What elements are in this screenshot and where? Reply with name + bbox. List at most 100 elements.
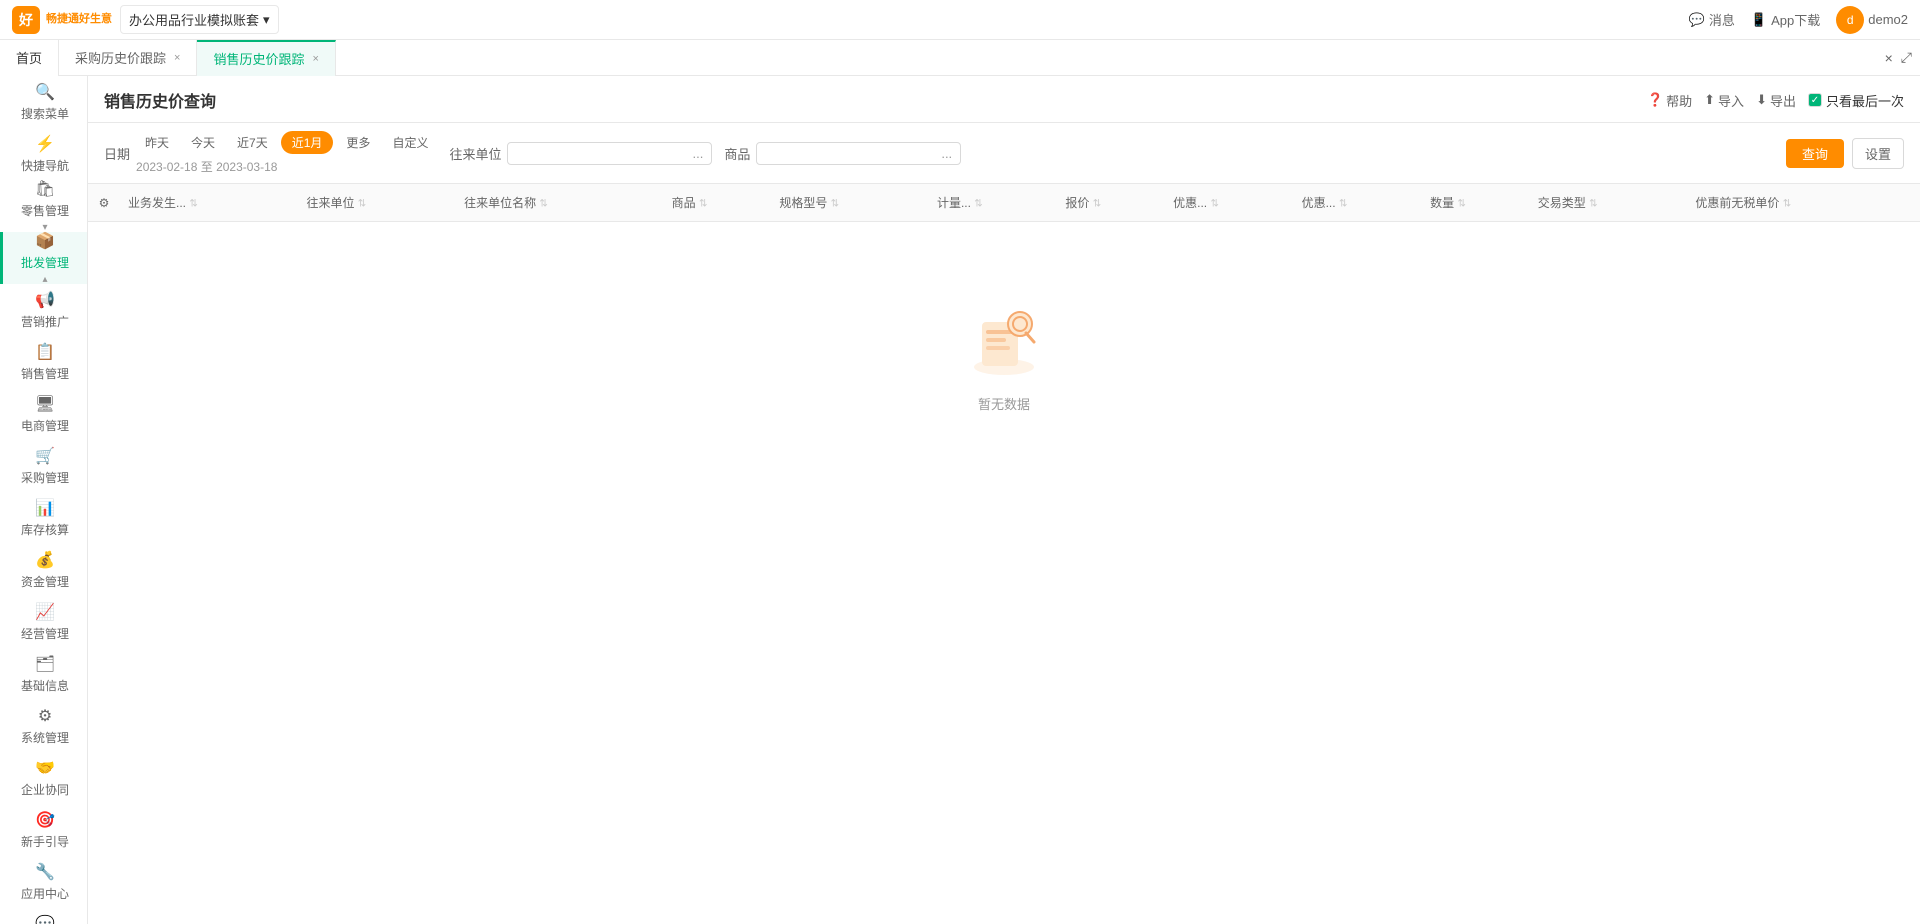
query-button[interactable]: 查询 bbox=[1786, 139, 1844, 168]
product-input-wrap[interactable]: ... bbox=[756, 142, 961, 165]
window-close-btn[interactable]: × bbox=[1885, 50, 1893, 66]
sidebar-item-purchase[interactable]: 🛒 采购管理 bbox=[0, 440, 87, 492]
sort-icon: ⇅ bbox=[699, 198, 707, 209]
date-buttons: 昨天 今天 近7天 近1月 更多 自定义 bbox=[136, 131, 437, 154]
sidebar-item-retail[interactable]: 🛍 零售管理 ▾ bbox=[0, 180, 87, 232]
counterpart-dots-btn[interactable]: ... bbox=[692, 146, 703, 161]
sidebar-label-retail: 零售管理 bbox=[21, 202, 69, 219]
date-btn-1month[interactable]: 近1月 bbox=[281, 131, 334, 154]
ecommerce-icon: 🖥 bbox=[35, 394, 55, 414]
col-settings[interactable]: ⚙ bbox=[88, 184, 120, 222]
window-maximize-btn[interactable]: ⤢ bbox=[1901, 49, 1912, 66]
col-unit[interactable]: 计量... ⇅ bbox=[929, 184, 1057, 222]
data-table: ⚙ 业务发生... ⇅ 往来单位 ⇅ 往来单位名称 ⇅ bbox=[88, 184, 1920, 222]
empty-state: 暂无数据 bbox=[88, 222, 1920, 493]
date-btn-yesterday[interactable]: 昨天 bbox=[136, 131, 178, 154]
date-btn-custom[interactable]: 自定义 bbox=[383, 131, 437, 154]
tab-sales-close[interactable]: × bbox=[312, 53, 318, 65]
col-pretax-price[interactable]: 优惠前无税单价 ⇅ bbox=[1687, 184, 1920, 222]
sidebar-item-operation[interactable]: 📈 经营管理 bbox=[0, 596, 87, 648]
system-icon: ⚙ bbox=[38, 706, 52, 726]
date-btn-more[interactable]: 更多 bbox=[337, 131, 379, 154]
sidebar-item-search[interactable]: 🔍 搜索菜单 bbox=[0, 76, 87, 128]
sort-icon: ⇅ bbox=[189, 198, 197, 209]
col-trade-type-label: 交易类型 bbox=[1538, 196, 1586, 210]
counterpart-input-wrap[interactable]: ... bbox=[507, 142, 712, 165]
product-filter-group: 商品 ... bbox=[724, 142, 961, 165]
tab-actions: × ⤢ bbox=[1877, 49, 1920, 66]
col-counterpart-name[interactable]: 往来单位名称 ⇅ bbox=[456, 184, 664, 222]
col-discount1-label: 优惠... bbox=[1173, 196, 1207, 210]
inventory-icon: 📊 bbox=[35, 498, 55, 518]
setting-button[interactable]: 设置 bbox=[1852, 138, 1904, 169]
col-spec[interactable]: 规格型号 ⇅ bbox=[771, 184, 929, 222]
date-btn-today[interactable]: 今天 bbox=[182, 131, 224, 154]
sidebar-item-wholesale[interactable]: 📦 批发管理 ▴ bbox=[0, 232, 87, 284]
col-product[interactable]: 商品 ⇅ bbox=[664, 184, 772, 222]
col-price[interactable]: 报价 ⇅ bbox=[1057, 184, 1165, 222]
message-btn[interactable]: 💬 消息 bbox=[1689, 10, 1735, 29]
product-input[interactable] bbox=[765, 146, 941, 161]
col-price-label: 报价 bbox=[1065, 196, 1089, 210]
last-only-checkbox[interactable]: ✓ bbox=[1808, 93, 1822, 107]
sidebar-item-appstore[interactable]: 🔧 应用中心 bbox=[0, 856, 87, 908]
sidebar-label-system: 系统管理 bbox=[21, 729, 69, 746]
logo-icon: 好 bbox=[12, 6, 40, 34]
sidebar-item-inventory[interactable]: 📊 库存核算 bbox=[0, 492, 87, 544]
sort-icon: ⇅ bbox=[974, 198, 982, 209]
product-dots-btn[interactable]: ... bbox=[941, 146, 952, 161]
checkmark-icon: ✓ bbox=[1811, 95, 1819, 106]
sidebar-label-marketing: 营销推广 bbox=[21, 313, 69, 330]
chevron-down-icon: ▾ bbox=[263, 12, 270, 28]
app-download-btn[interactable]: 📱 App下载 bbox=[1751, 10, 1820, 29]
sidebar-item-enterprise[interactable]: 🤝 企业协同 bbox=[0, 752, 87, 804]
sidebar-item-finance[interactable]: 💰 资金管理 bbox=[0, 544, 87, 596]
col-discount2[interactable]: 优惠... ⇅ bbox=[1294, 184, 1422, 222]
col-discount1[interactable]: 优惠... ⇅ bbox=[1165, 184, 1293, 222]
col-quantity-label: 数量 bbox=[1430, 196, 1454, 210]
sidebar-item-ecommerce[interactable]: 🖥 电商管理 bbox=[0, 388, 87, 440]
col-biz-date[interactable]: 业务发生... ⇅ bbox=[120, 184, 298, 222]
sidebar-item-marketing[interactable]: 📢 营销推广 bbox=[0, 284, 87, 336]
help-btn[interactable]: ❓ 帮助 bbox=[1647, 91, 1692, 110]
counterpart-filter-label: 往来单位 bbox=[449, 144, 501, 163]
user-area[interactable]: d demo2 bbox=[1836, 6, 1908, 34]
page-actions: ❓ 帮助 ⬆ 导入 ⬇ 导出 ✓ 只看最后一 bbox=[1647, 91, 1904, 110]
appstore-icon: 🔧 bbox=[35, 862, 55, 882]
sidebar-item-system[interactable]: ⚙ 系统管理 bbox=[0, 700, 87, 752]
col-counterpart-code[interactable]: 往来单位 ⇅ bbox=[298, 184, 456, 222]
sidebar-item-wechat[interactable]: 💬 企业微信 bbox=[0, 908, 87, 924]
avatar: d bbox=[1836, 6, 1864, 34]
sidebar-item-guide[interactable]: 🎯 新手引导 bbox=[0, 804, 87, 856]
import-btn[interactable]: ⬆ 导入 bbox=[1704, 91, 1744, 110]
table-header-row: ⚙ 业务发生... ⇅ 往来单位 ⇅ 往来单位名称 ⇅ bbox=[88, 184, 1920, 222]
col-quantity[interactable]: 数量 ⇅ bbox=[1422, 184, 1530, 222]
wechat-icon: 💬 bbox=[35, 914, 55, 924]
sidebar-item-base[interactable]: 🗂 基础信息 bbox=[0, 648, 87, 700]
sidebar-label-sales-mgmt: 销售管理 bbox=[21, 365, 69, 382]
sidebar-label-wholesale: 批发管理 bbox=[21, 254, 69, 271]
tab-purchase-close[interactable]: × bbox=[174, 52, 180, 64]
sidebar-label-enterprise: 企业协同 bbox=[21, 781, 69, 798]
last-only-checkbox-wrap[interactable]: ✓ 只看最后一次 bbox=[1808, 91, 1904, 110]
retail-icon: 🛍 bbox=[35, 179, 55, 199]
download-icon: 📱 bbox=[1751, 12, 1767, 28]
date-btn-7days[interactable]: 近7天 bbox=[228, 131, 277, 154]
app-selector[interactable]: 办公用品行业模拟账套 ▾ bbox=[120, 5, 279, 34]
sidebar-item-quick[interactable]: ⚡ 快捷导航 bbox=[0, 128, 87, 180]
col-trade-type[interactable]: 交易类型 ⇅ bbox=[1530, 184, 1688, 222]
content-area: 销售历史价查询 ❓ 帮助 ⬆ 导入 ⬇ 导出 bbox=[88, 76, 1920, 924]
gear-icon[interactable]: ⚙ bbox=[99, 196, 110, 210]
tab-sales[interactable]: 销售历史价跟踪 × bbox=[197, 40, 335, 76]
tab-purchase[interactable]: 采购历史价跟踪 × bbox=[59, 40, 197, 76]
topbar-left: 好 畅捷通好生意 办公用品行业模拟账套 ▾ bbox=[12, 5, 279, 34]
help-label: 帮助 bbox=[1666, 91, 1692, 110]
sort-icon: ⇅ bbox=[1589, 198, 1597, 209]
sort-icon: ⇅ bbox=[1457, 198, 1465, 209]
page-title-row: 销售历史价查询 ❓ 帮助 ⬆ 导入 ⬇ 导出 bbox=[104, 88, 1904, 112]
tab-home[interactable]: 首页 bbox=[0, 40, 59, 76]
sidebar-item-sales-mgmt[interactable]: 📋 销售管理 bbox=[0, 336, 87, 388]
col-counterpart-name-label: 往来单位名称 bbox=[464, 196, 536, 210]
export-btn[interactable]: ⬇ 导出 bbox=[1756, 91, 1796, 110]
counterpart-input[interactable] bbox=[516, 146, 692, 161]
